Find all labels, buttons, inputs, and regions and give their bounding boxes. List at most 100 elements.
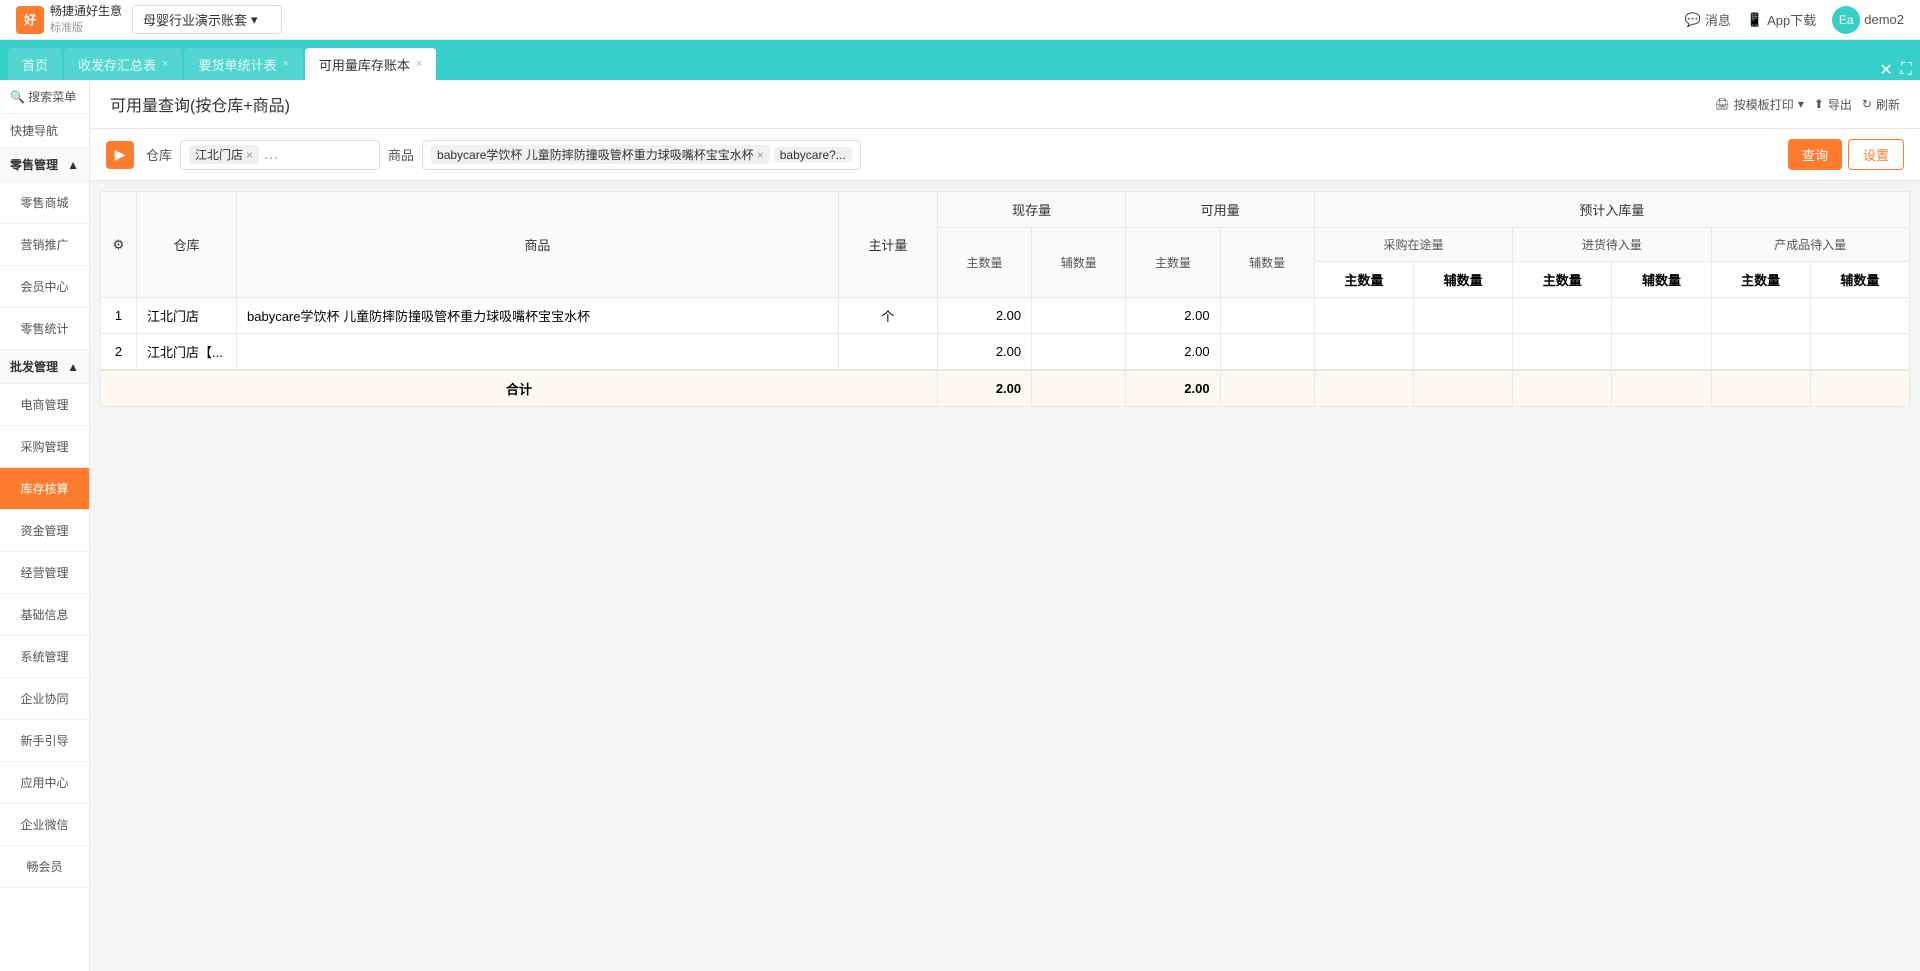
tab-inventory[interactable]: 可用量库存账本 ×	[305, 48, 436, 80]
product-tag-1[interactable]: babycare学饮杯 儿童防摔防撞吸管杯重力球吸嘴杯宝宝水杯 ×	[431, 145, 770, 164]
top-bar-right: 💬 消息 📱 App下载 Ea demo2	[1685, 6, 1904, 34]
warehouse-filter-input[interactable]: 江北门店 × …	[180, 140, 380, 170]
data-table: 仓库 商品 主计量 现存量 可用量 预计入库量 主数量 辅数量 主数量 辅数量 …	[100, 191, 1910, 407]
tab-receive[interactable]: 收发存汇总表 ×	[64, 48, 182, 80]
top-bar-left: 好 畅捷通好生意 标准版 母婴行业演示账套	[16, 4, 282, 36]
product-tag-2[interactable]: babycare?...	[774, 147, 852, 163]
export-button[interactable]: ⬆ 导出	[1814, 96, 1852, 113]
sidebar-item-wechat[interactable]: 企业微信	[0, 804, 89, 846]
ecommerce-label: 电商管理	[20, 396, 68, 413]
tab-home-label: 首页	[22, 55, 48, 74]
row-transfer-main	[1513, 298, 1612, 334]
sidebar-item-inventory[interactable]: 库存核算	[0, 468, 89, 510]
warehouse-tag-1[interactable]: 江北门店 ×	[189, 145, 259, 164]
message-button[interactable]: 💬 消息	[1685, 10, 1731, 29]
expand-icon[interactable]: ⛶	[1901, 61, 1912, 79]
avail-aux-header: 辅数量	[1220, 228, 1314, 298]
tab-requisition[interactable]: 要货单统计表 ×	[184, 48, 302, 80]
content-area: 可用量查询(按仓库+商品) 🖨 按模板打印 ▾ ⬆ 导出 ↻ 刷新 ▶	[90, 80, 1920, 971]
app-label: App下载	[1767, 10, 1816, 29]
sidebar-item-marketing[interactable]: 营销推广	[0, 224, 89, 266]
row-production-aux	[1810, 298, 1909, 334]
vip-label: 畅会员	[26, 858, 62, 875]
stock-main-header: 主数量	[937, 228, 1031, 298]
close-icon[interactable]: ×	[162, 58, 168, 70]
logo-subtext: 标准版	[50, 19, 122, 35]
sidebar-item-wholesale-header[interactable]: 批发管理 ▲	[0, 350, 89, 384]
sidebar-quick-nav[interactable]: 快捷导航	[0, 114, 89, 148]
operations-label: 经营管理	[20, 564, 68, 581]
row-unit	[838, 334, 937, 371]
sidebar-item-purchase[interactable]: 采购管理	[0, 426, 89, 468]
row-production-aux	[1810, 334, 1909, 371]
message-label: 消息	[1705, 10, 1731, 29]
filter-dots-icon[interactable]: …	[263, 146, 279, 164]
quick-nav-label: 快捷导航	[10, 124, 58, 138]
footer-avail-main: 2.00	[1126, 370, 1220, 407]
sidebar-item-retail-mall[interactable]: 零售商城	[0, 182, 89, 224]
basic-label: 基础信息	[20, 606, 68, 623]
stock-aux-header: 辅数量	[1032, 228, 1126, 298]
query-button[interactable]: 查询	[1788, 139, 1842, 170]
sidebar-search[interactable]: 🔍 搜索菜单	[0, 80, 89, 114]
row-stock-main: 2.00	[937, 298, 1031, 334]
remove-product-tag-1-icon[interactable]: ×	[757, 148, 764, 162]
sidebar-item-vip[interactable]: 畅会员	[0, 846, 89, 888]
app-download-button[interactable]: 📱 App下载	[1747, 10, 1816, 29]
industry-selector[interactable]: 母婴行业演示账套	[132, 5, 282, 34]
sidebar-item-ecommerce[interactable]: 电商管理	[0, 384, 89, 426]
table-row: 2 江北门店【... 2.00 2.00	[101, 334, 1910, 371]
sidebar-item-member[interactable]: 会员中心	[0, 266, 89, 308]
row-production-main	[1711, 298, 1810, 334]
tab-close-all: ✕ ⛶	[1879, 60, 1912, 80]
filter-toggle-button[interactable]: ▶	[106, 141, 134, 169]
product-tag-2-label: babycare?...	[780, 148, 846, 162]
settings-col-header[interactable]	[101, 192, 137, 298]
sidebar-item-system[interactable]: 系统管理	[0, 636, 89, 678]
template-print-button[interactable]: 🖨 按模板打印 ▾	[1715, 96, 1804, 113]
avail-main-header: 主数量	[1126, 228, 1220, 298]
product-tag-1-label: babycare学饮杯 儿童防摔防撞吸管杯重力球吸嘴杯宝宝水杯	[437, 146, 754, 163]
user-menu[interactable]: Ea demo2	[1832, 6, 1904, 34]
row-num: 2	[101, 334, 137, 371]
row-production-main	[1711, 334, 1810, 371]
app-icon: 📱	[1747, 12, 1763, 28]
message-icon: 💬	[1685, 12, 1701, 28]
tab-receive-label: 收发存汇总表	[78, 55, 156, 74]
footer-avail-aux	[1220, 370, 1314, 407]
sidebar-item-retail-stats[interactable]: 零售统计	[0, 308, 89, 350]
row-unit: 个	[838, 298, 937, 334]
close-icon[interactable]: ×	[282, 58, 288, 70]
sidebar-item-basic[interactable]: 基础信息	[0, 594, 89, 636]
sidebar-item-enterprise[interactable]: 企业协同	[0, 678, 89, 720]
product-col-header: 商品	[237, 192, 839, 298]
inventory-label: 库存核算	[20, 480, 68, 497]
settings-button[interactable]: 设置	[1848, 139, 1904, 170]
tab-home[interactable]: 首页	[8, 48, 62, 80]
row-stock-aux	[1032, 334, 1126, 371]
refresh-button[interactable]: ↻ 刷新	[1862, 96, 1900, 113]
appstore-label: 应用中心	[20, 774, 68, 791]
industry-label: 母婴行业演示账套	[143, 10, 247, 29]
close-all-icon[interactable]: ✕	[1879, 60, 1892, 80]
incoming-group-header: 预计入库量	[1314, 192, 1909, 228]
sidebar-item-finance[interactable]: 资金管理	[0, 510, 89, 552]
username-label: demo2	[1864, 12, 1904, 27]
row-warehouse: 江北门店	[137, 298, 237, 334]
filter-actions: 查询 设置	[1788, 139, 1904, 170]
sidebar-item-appstore[interactable]: 应用中心	[0, 762, 89, 804]
close-icon[interactable]: ×	[416, 58, 422, 70]
row-stock-main: 2.00	[937, 334, 1031, 371]
sidebar-item-retail-header[interactable]: 零售管理 ▲	[0, 148, 89, 182]
footer-stock-aux	[1032, 370, 1126, 407]
remove-warehouse-tag-icon[interactable]: ×	[246, 148, 253, 162]
row-product: babycare学饮杯 儿童防摔防撞吸管杯重力球吸嘴杯宝宝水杯	[237, 298, 839, 334]
available-group-header: 可用量	[1126, 192, 1314, 228]
product-filter-input[interactable]: babycare学饮杯 儿童防摔防撞吸管杯重力球吸嘴杯宝宝水杯 × babyca…	[422, 140, 861, 170]
template-label: 按模板打印	[1734, 96, 1794, 113]
row-purchase-main	[1314, 334, 1413, 371]
sidebar-item-operations[interactable]: 经营管理	[0, 552, 89, 594]
footer-label: 合计	[101, 370, 938, 407]
transfer-main-header: 主数量	[1513, 262, 1612, 298]
sidebar-item-newbie[interactable]: 新手引导	[0, 720, 89, 762]
